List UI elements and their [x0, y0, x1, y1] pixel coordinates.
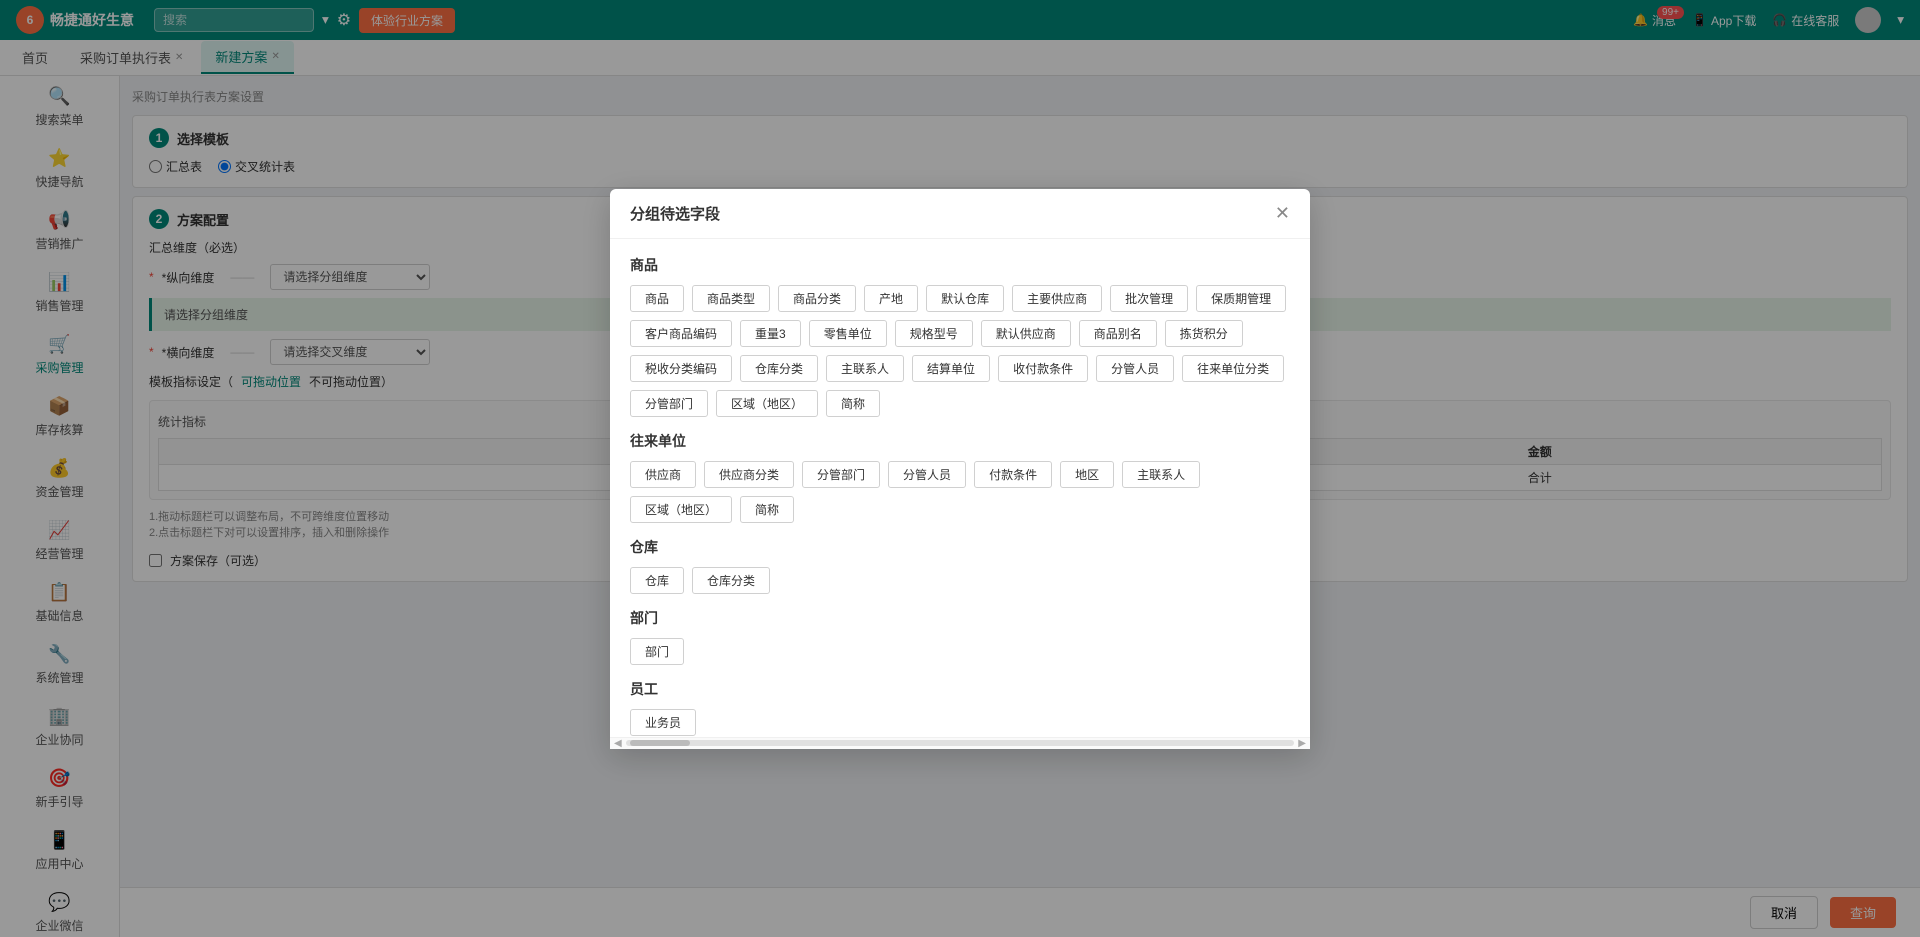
- section-title-department: 部门: [630, 608, 1290, 628]
- field-tag[interactable]: 供应商: [630, 461, 696, 488]
- field-tag[interactable]: 部门: [630, 638, 684, 665]
- field-tag[interactable]: 零售单位: [809, 320, 887, 347]
- field-tag[interactable]: 主联系人: [826, 355, 904, 382]
- partners-field-tags: 供应商供应商分类分管部门分管人员付款条件地区主联系人区域（地区） 简称: [630, 461, 1290, 523]
- field-tag[interactable]: 客户商品编码: [630, 320, 732, 347]
- field-tag[interactable]: 规格型号: [895, 320, 973, 347]
- field-tag[interactable]: 分管人员: [888, 461, 966, 488]
- field-tag[interactable]: 收付款条件: [998, 355, 1088, 382]
- field-tag[interactable]: 结算单位: [912, 355, 990, 382]
- field-tag[interactable]: 批次管理: [1110, 285, 1188, 312]
- field-tag[interactable]: 地区: [1060, 461, 1114, 488]
- department-field-tags: 部门: [630, 638, 1290, 665]
- field-tag[interactable]: 保质期管理: [1196, 285, 1286, 312]
- goods-field-tags: 商品商品类型商品分类产地默认仓库主要供应商批次管理保质期管理客户商品编码重量3 零…: [630, 285, 1290, 417]
- field-tag[interactable]: 供应商分类: [704, 461, 794, 488]
- field-tag[interactable]: 仓库分类: [692, 567, 770, 594]
- modal-body: 商品 商品商品类型商品分类产地默认仓库主要供应商批次管理保质期管理客户商品编码重…: [610, 239, 1310, 737]
- field-tag[interactable]: 商品分类: [778, 285, 856, 312]
- field-tag[interactable]: 区域（地区）: [630, 496, 732, 523]
- field-tag[interactable]: 商品别名: [1079, 320, 1157, 347]
- field-tag[interactable]: 主联系人: [1122, 461, 1200, 488]
- field-tag[interactable]: 拣货积分: [1165, 320, 1243, 347]
- field-tag[interactable]: 商品类型: [692, 285, 770, 312]
- field-tag[interactable]: 分管部门: [630, 390, 708, 417]
- modal-horizontal-scrollbar[interactable]: ◀ ▶: [610, 737, 1310, 749]
- field-tag[interactable]: 分管人员: [1096, 355, 1174, 382]
- section-title-partners: 往来单位: [630, 431, 1290, 451]
- field-tag[interactable]: 仓库: [630, 567, 684, 594]
- field-tag[interactable]: 主要供应商: [1012, 285, 1102, 312]
- field-tag[interactable]: 简称: [740, 496, 794, 523]
- hscroll-thumb[interactable]: [630, 740, 690, 746]
- modal-title: 分组待选字段: [630, 203, 720, 224]
- field-tag[interactable]: 重量3: [740, 320, 801, 347]
- field-tag[interactable]: 往来单位分类: [1182, 355, 1284, 382]
- warehouse-field-tags: 仓库仓库分类: [630, 567, 1290, 594]
- field-tag[interactable]: 区域（地区）: [716, 390, 818, 417]
- field-tag[interactable]: 业务员: [630, 709, 696, 736]
- field-tag[interactable]: 简称: [826, 390, 880, 417]
- modal-close-button[interactable]: ✕: [1275, 203, 1290, 224]
- field-tag[interactable]: 默认仓库: [926, 285, 1004, 312]
- field-tag[interactable]: 默认供应商: [981, 320, 1071, 347]
- modal-header: 分组待选字段 ✕: [610, 189, 1310, 239]
- field-tag[interactable]: 税收分类编码: [630, 355, 732, 382]
- modal-overlay[interactable]: 分组待选字段 ✕ 商品 商品商品类型商品分类产地默认仓库主要供应商批次管理保质期…: [0, 0, 1920, 937]
- field-tag[interactable]: 分管部门: [802, 461, 880, 488]
- hscroll-track[interactable]: [626, 740, 1295, 746]
- employee-field-tags: 业务员: [630, 709, 1290, 736]
- section-title-goods: 商品: [630, 255, 1290, 275]
- field-tag[interactable]: 产地: [864, 285, 918, 312]
- field-tag[interactable]: 商品: [630, 285, 684, 312]
- section-title-warehouse: 仓库: [630, 537, 1290, 557]
- field-tag[interactable]: 仓库分类: [740, 355, 818, 382]
- field-tag[interactable]: 付款条件: [974, 461, 1052, 488]
- field-select-modal: 分组待选字段 ✕ 商品 商品商品类型商品分类产地默认仓库主要供应商批次管理保质期…: [610, 189, 1310, 749]
- section-title-employee: 员工: [630, 679, 1290, 699]
